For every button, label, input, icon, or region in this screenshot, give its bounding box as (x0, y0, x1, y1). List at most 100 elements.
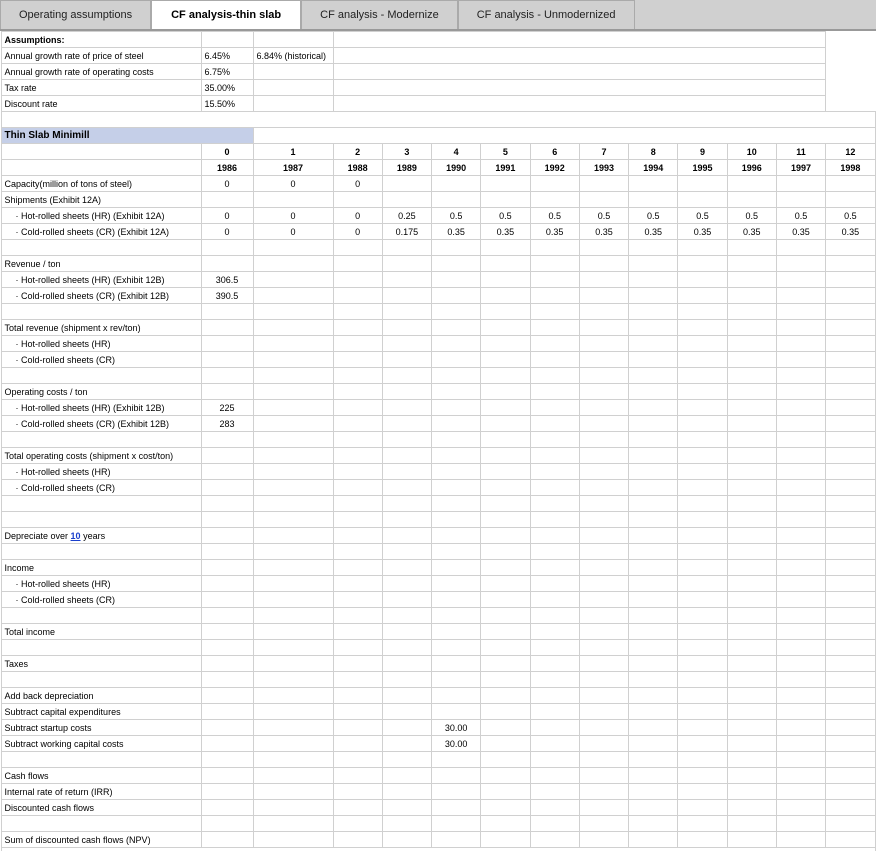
cell-5-4[interactable] (432, 256, 481, 272)
cell-5-3[interactable] (382, 256, 431, 272)
cell-33-9[interactable] (678, 704, 727, 720)
cell-3-8[interactable]: 0.35 (629, 224, 678, 240)
cell-24-1[interactable] (253, 560, 333, 576)
cell-3-5[interactable]: 0.35 (481, 224, 530, 240)
cell-17-1[interactable] (253, 448, 333, 464)
cell-21-1[interactable] (253, 512, 333, 528)
cell-33-10[interactable] (727, 704, 776, 720)
cell-26-5[interactable] (481, 592, 530, 608)
cell-21-10[interactable] (727, 512, 776, 528)
cell-22-10[interactable] (727, 528, 776, 544)
assumption-val1-1[interactable]: 6.45% (201, 48, 253, 64)
cell-32-2[interactable] (333, 688, 382, 704)
cell-1-6[interactable] (530, 192, 579, 208)
cell-32-3[interactable] (382, 688, 431, 704)
cell-27-7[interactable] (579, 608, 628, 624)
cell-21-3[interactable] (382, 512, 431, 528)
cell-38-5[interactable] (481, 784, 530, 800)
cell-19-11[interactable] (776, 480, 825, 496)
cell-29-12[interactable] (826, 640, 875, 656)
cell-15-11[interactable] (776, 416, 825, 432)
cell-19-6[interactable] (530, 480, 579, 496)
cell-39-5[interactable] (481, 800, 530, 816)
cell-38-8[interactable] (629, 784, 678, 800)
cell-21-9[interactable] (678, 512, 727, 528)
cell-17-12[interactable] (826, 448, 875, 464)
cell-0-9[interactable] (678, 176, 727, 192)
cell-41-4[interactable] (432, 832, 481, 848)
cell-4-0[interactable] (201, 240, 253, 256)
cell-30-0[interactable] (201, 656, 253, 672)
cell-21-8[interactable] (629, 512, 678, 528)
cell-3-11[interactable]: 0.35 (776, 224, 825, 240)
cell-25-2[interactable] (333, 576, 382, 592)
cell-39-0[interactable] (201, 800, 253, 816)
cell-35-4[interactable]: 30.00 (432, 736, 481, 752)
cell-38-3[interactable] (382, 784, 431, 800)
cell-39-11[interactable] (776, 800, 825, 816)
cell-38-6[interactable] (530, 784, 579, 800)
cell-13-0[interactable] (201, 384, 253, 400)
cell-31-12[interactable] (826, 672, 875, 688)
cell-16-12[interactable] (826, 432, 875, 448)
cell-36-12[interactable] (826, 752, 875, 768)
cell-1-11[interactable] (776, 192, 825, 208)
cell-29-2[interactable] (333, 640, 382, 656)
cell-33-2[interactable] (333, 704, 382, 720)
cell-19-10[interactable] (727, 480, 776, 496)
cell-9-6[interactable] (530, 320, 579, 336)
cell-40-0[interactable] (201, 816, 253, 832)
cell-38-12[interactable] (826, 784, 875, 800)
cell-4-1[interactable] (253, 240, 333, 256)
cell-35-0[interactable] (201, 736, 253, 752)
cell-40-7[interactable] (579, 816, 628, 832)
cell-2-9[interactable]: 0.5 (678, 208, 727, 224)
cell-12-11[interactable] (776, 368, 825, 384)
cell-20-7[interactable] (579, 496, 628, 512)
cell-6-7[interactable] (579, 272, 628, 288)
cell-23-10[interactable] (727, 544, 776, 560)
cell-1-7[interactable] (579, 192, 628, 208)
cell-25-11[interactable] (776, 576, 825, 592)
cell-32-12[interactable] (826, 688, 875, 704)
cell-20-4[interactable] (432, 496, 481, 512)
cell-19-9[interactable] (678, 480, 727, 496)
cell-29-4[interactable] (432, 640, 481, 656)
cell-34-4[interactable]: 30.00 (432, 720, 481, 736)
cell-25-6[interactable] (530, 576, 579, 592)
cell-38-10[interactable] (727, 784, 776, 800)
cell-36-4[interactable] (432, 752, 481, 768)
cell-16-5[interactable] (481, 432, 530, 448)
cell-13-6[interactable] (530, 384, 579, 400)
cell-12-3[interactable] (382, 368, 431, 384)
cell-18-2[interactable] (333, 464, 382, 480)
cell-41-12[interactable] (826, 832, 875, 848)
cell-24-8[interactable] (629, 560, 678, 576)
cell-12-2[interactable] (333, 368, 382, 384)
cell-10-8[interactable] (629, 336, 678, 352)
cell-1-8[interactable] (629, 192, 678, 208)
cell-10-2[interactable] (333, 336, 382, 352)
cell-3-1[interactable]: 0 (253, 224, 333, 240)
cell-10-4[interactable] (432, 336, 481, 352)
cell-29-5[interactable] (481, 640, 530, 656)
cell-3-9[interactable]: 0.35 (678, 224, 727, 240)
cell-2-4[interactable]: 0.5 (432, 208, 481, 224)
cell-25-8[interactable] (629, 576, 678, 592)
cell-14-12[interactable] (826, 400, 875, 416)
cell-13-3[interactable] (382, 384, 431, 400)
cell-37-8[interactable] (629, 768, 678, 784)
cell-9-5[interactable] (481, 320, 530, 336)
cell-10-3[interactable] (382, 336, 431, 352)
cell-27-6[interactable] (530, 608, 579, 624)
cell-2-3[interactable]: 0.25 (382, 208, 431, 224)
cell-40-2[interactable] (333, 816, 382, 832)
cell-37-9[interactable] (678, 768, 727, 784)
cell-24-12[interactable] (826, 560, 875, 576)
cell-13-12[interactable] (826, 384, 875, 400)
cell-29-10[interactable] (727, 640, 776, 656)
cell-8-4[interactable] (432, 304, 481, 320)
cell-40-12[interactable] (826, 816, 875, 832)
cell-27-1[interactable] (253, 608, 333, 624)
cell-30-5[interactable] (481, 656, 530, 672)
